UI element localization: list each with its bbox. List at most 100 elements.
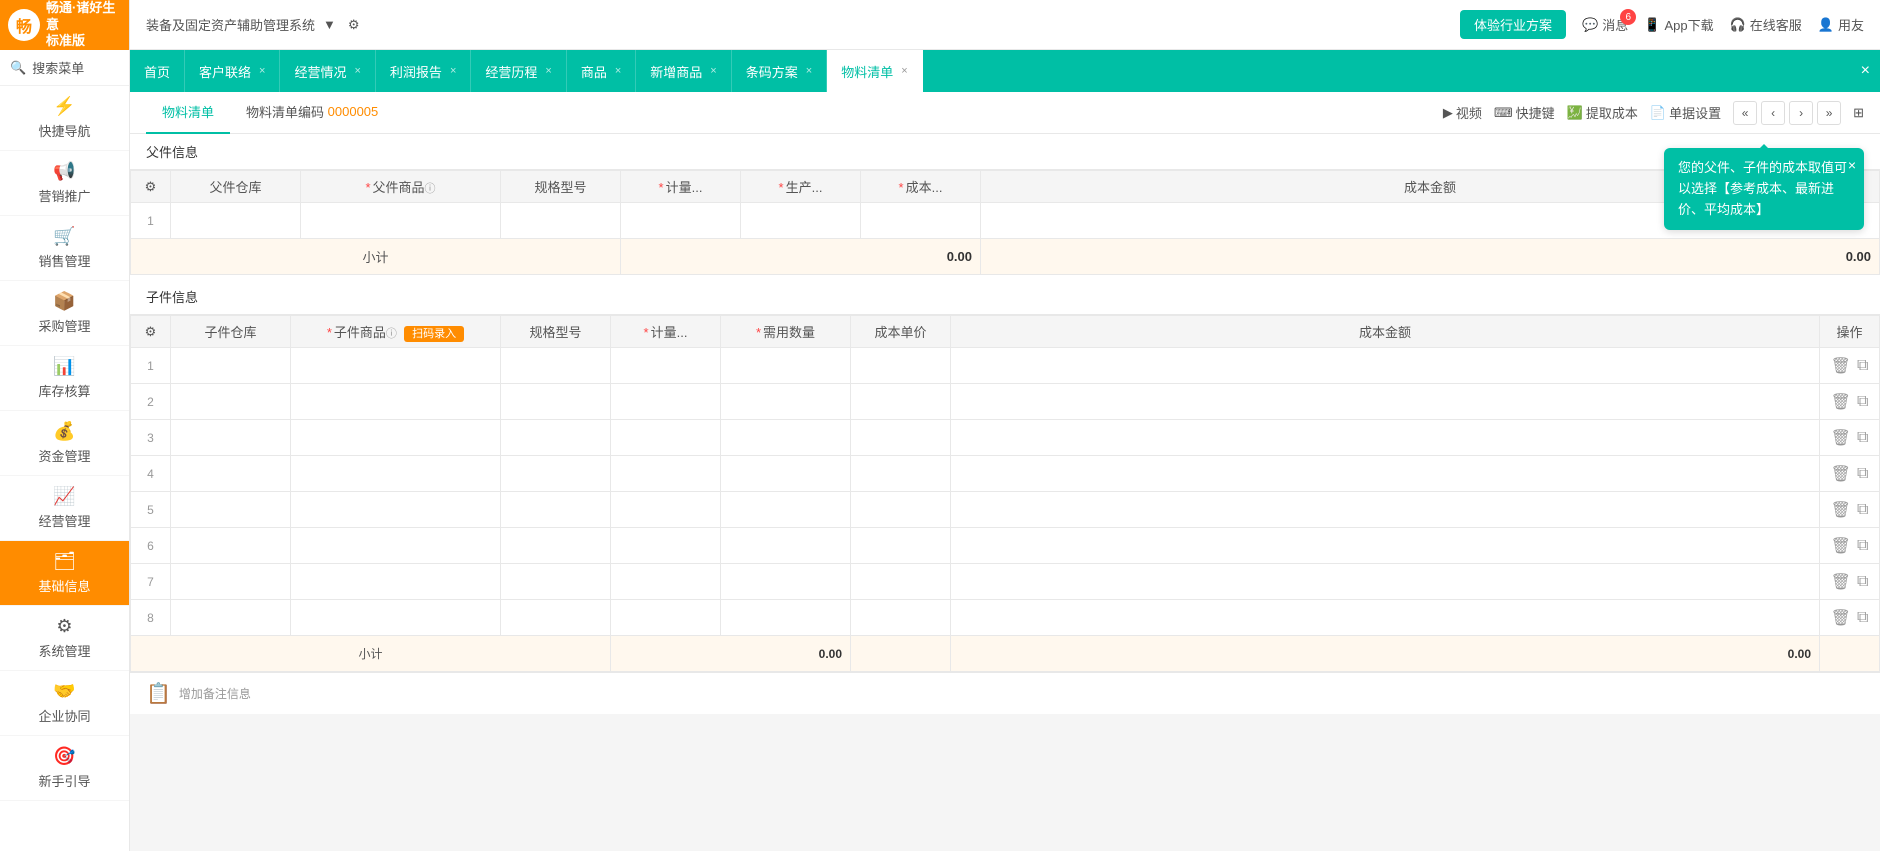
delete-btn-1[interactable]: 🗑 bbox=[1831, 356, 1851, 376]
sub-tab-bom[interactable]: 物料清单 bbox=[146, 92, 230, 134]
tab-customer[interactable]: 客户联络 × bbox=[185, 50, 280, 92]
child-cell-qty-7[interactable] bbox=[721, 564, 851, 600]
child-cell-warehouse-3[interactable] bbox=[171, 420, 291, 456]
copy-btn-2[interactable]: ⧉ bbox=[1857, 393, 1868, 411]
child-cell-qty-4[interactable] bbox=[721, 456, 851, 492]
child-cell-qty-2[interactable] bbox=[721, 384, 851, 420]
online-service-btn[interactable]: 🎧 在线客服 bbox=[1730, 15, 1802, 34]
sidebar-item-caigou[interactable]: 📦 采购管理 bbox=[0, 281, 129, 346]
delete-btn-7[interactable]: 🗑 bbox=[1831, 572, 1851, 592]
child-cell-goods-6[interactable] bbox=[291, 528, 501, 564]
child-cell-amount-8[interactable] bbox=[951, 600, 1820, 636]
view-link[interactable]: ▶ 视频 bbox=[1443, 103, 1482, 122]
child-cell-warehouse-7[interactable] bbox=[171, 564, 291, 600]
next-last-btn[interactable]: » bbox=[1817, 101, 1841, 125]
child-cell-goods-4[interactable] bbox=[291, 456, 501, 492]
child-cell-warehouse-6[interactable] bbox=[171, 528, 291, 564]
child-cell-unit-6[interactable] bbox=[611, 528, 721, 564]
sidebar-item-jingying[interactable]: 📈 经营管理 bbox=[0, 476, 129, 541]
child-cell-unit-1[interactable] bbox=[611, 348, 721, 384]
child-cell-goods-8[interactable] bbox=[291, 600, 501, 636]
tab-bom-close[interactable]: × bbox=[901, 65, 907, 77]
sidebar-item-jichu[interactable]: 🗂 基础信息 bbox=[0, 541, 129, 606]
delete-btn-8[interactable]: 🗑 bbox=[1831, 608, 1851, 628]
child-cell-qty-5[interactable] bbox=[721, 492, 851, 528]
child-cell-unit-cost-7[interactable] bbox=[851, 564, 951, 600]
child-cell-spec-6[interactable] bbox=[501, 528, 611, 564]
child-cell-spec-3[interactable] bbox=[501, 420, 611, 456]
grid-view-btn[interactable]: ⊞ bbox=[1853, 105, 1864, 121]
delete-btn-5[interactable]: 🗑 bbox=[1831, 500, 1851, 520]
child-cell-unit-3[interactable] bbox=[611, 420, 721, 456]
child-cell-warehouse-5[interactable] bbox=[171, 492, 291, 528]
parent-cell-cost-1[interactable] bbox=[861, 203, 981, 239]
child-cell-amount-2[interactable] bbox=[951, 384, 1820, 420]
child-cell-warehouse-1[interactable] bbox=[171, 348, 291, 384]
parent-cell-spec-1[interactable] bbox=[501, 203, 621, 239]
sidebar-item-xiaoshou[interactable]: 🛒 销售管理 bbox=[0, 216, 129, 281]
copy-btn-6[interactable]: ⧉ bbox=[1857, 537, 1868, 555]
child-cell-unit-cost-1[interactable] bbox=[851, 348, 951, 384]
child-cell-spec-1[interactable] bbox=[501, 348, 611, 384]
delete-btn-2[interactable]: 🗑 bbox=[1831, 392, 1851, 412]
tab-history-close[interactable]: × bbox=[545, 65, 551, 77]
sidebar-item-zijin[interactable]: 💰 资金管理 bbox=[0, 411, 129, 476]
child-cell-unit-cost-2[interactable] bbox=[851, 384, 951, 420]
copy-btn-7[interactable]: ⧉ bbox=[1857, 573, 1868, 591]
tooltip-close-btn[interactable]: × bbox=[1848, 154, 1856, 176]
child-cell-unit-2[interactable] bbox=[611, 384, 721, 420]
tab-barcode-close[interactable]: × bbox=[806, 65, 812, 77]
child-cell-spec-4[interactable] bbox=[501, 456, 611, 492]
search-menu[interactable]: 🔍 搜索菜单 bbox=[0, 50, 129, 86]
delete-btn-6[interactable]: 🗑 bbox=[1831, 536, 1851, 556]
child-col-settings[interactable]: ⚙ bbox=[131, 316, 171, 348]
child-cell-amount-4[interactable] bbox=[951, 456, 1820, 492]
tab-goods[interactable]: 商品 × bbox=[567, 50, 636, 92]
child-cell-goods-1[interactable] bbox=[291, 348, 501, 384]
copy-btn-3[interactable]: ⧉ bbox=[1857, 429, 1868, 447]
add-note-link[interactable]: 增加备注信息 bbox=[179, 685, 251, 702]
child-cell-goods-3[interactable] bbox=[291, 420, 501, 456]
child-cell-qty-3[interactable] bbox=[721, 420, 851, 456]
sidebar-item-kucun[interactable]: 📊 库存核算 bbox=[0, 346, 129, 411]
tab-new-goods-close[interactable]: × bbox=[710, 65, 716, 77]
single-settings-link[interactable]: 📄 单据设置 bbox=[1650, 103, 1721, 122]
tab-goods-close[interactable]: × bbox=[615, 65, 621, 77]
parent-cell-unit-1[interactable] bbox=[621, 203, 741, 239]
user-btn[interactable]: 👤 用友 bbox=[1818, 15, 1864, 34]
sub-tab-bom-code[interactable]: 物料清单编码 0000005 bbox=[230, 92, 394, 134]
copy-btn-5[interactable]: ⧉ bbox=[1857, 501, 1868, 519]
sidebar-item-kuaijie[interactable]: ⚡ 快捷导航 bbox=[0, 86, 129, 151]
child-cell-spec-8[interactable] bbox=[501, 600, 611, 636]
sidebar-item-qiye[interactable]: 🤝 企业协同 bbox=[0, 671, 129, 736]
child-cell-spec-7[interactable] bbox=[501, 564, 611, 600]
nav-close-all-btn[interactable]: × bbox=[1851, 50, 1880, 92]
child-cell-amount-3[interactable] bbox=[951, 420, 1820, 456]
delete-btn-3[interactable]: 🗑 bbox=[1831, 428, 1851, 448]
tab-jingying[interactable]: 经营情况 × bbox=[280, 50, 375, 92]
child-cell-unit-4[interactable] bbox=[611, 456, 721, 492]
child-cell-goods-2[interactable] bbox=[291, 384, 501, 420]
tab-jingying-close[interactable]: × bbox=[354, 65, 360, 77]
parent-cell-goods-1[interactable] bbox=[301, 203, 501, 239]
copy-btn-1[interactable]: ⧉ bbox=[1857, 357, 1868, 375]
child-cell-warehouse-4[interactable] bbox=[171, 456, 291, 492]
child-cell-goods-7[interactable] bbox=[291, 564, 501, 600]
child-cell-goods-5[interactable] bbox=[291, 492, 501, 528]
child-cell-amount-5[interactable] bbox=[951, 492, 1820, 528]
sidebar-item-yingxiao[interactable]: 📢 营销推广 bbox=[0, 151, 129, 216]
child-cell-qty-8[interactable] bbox=[721, 600, 851, 636]
dropdown-icon[interactable]: ▼ bbox=[323, 17, 336, 32]
experience-btn[interactable]: 体验行业方案 bbox=[1460, 10, 1566, 39]
prev-btn[interactable]: ‹ bbox=[1761, 101, 1785, 125]
child-cell-warehouse-2[interactable] bbox=[171, 384, 291, 420]
tab-barcode[interactable]: 条码方案 × bbox=[732, 50, 827, 92]
prev-first-btn[interactable]: « bbox=[1733, 101, 1757, 125]
child-cell-unit-cost-6[interactable] bbox=[851, 528, 951, 564]
sidebar-item-xinshou[interactable]: 🎯 新手引导 bbox=[0, 736, 129, 801]
scan-input-btn[interactable]: 扫码录入 bbox=[404, 326, 464, 342]
parent-cell-produce-1[interactable] bbox=[741, 203, 861, 239]
child-cell-unit-5[interactable] bbox=[611, 492, 721, 528]
child-cell-unit-cost-8[interactable] bbox=[851, 600, 951, 636]
tab-customer-close[interactable]: × bbox=[259, 65, 265, 77]
